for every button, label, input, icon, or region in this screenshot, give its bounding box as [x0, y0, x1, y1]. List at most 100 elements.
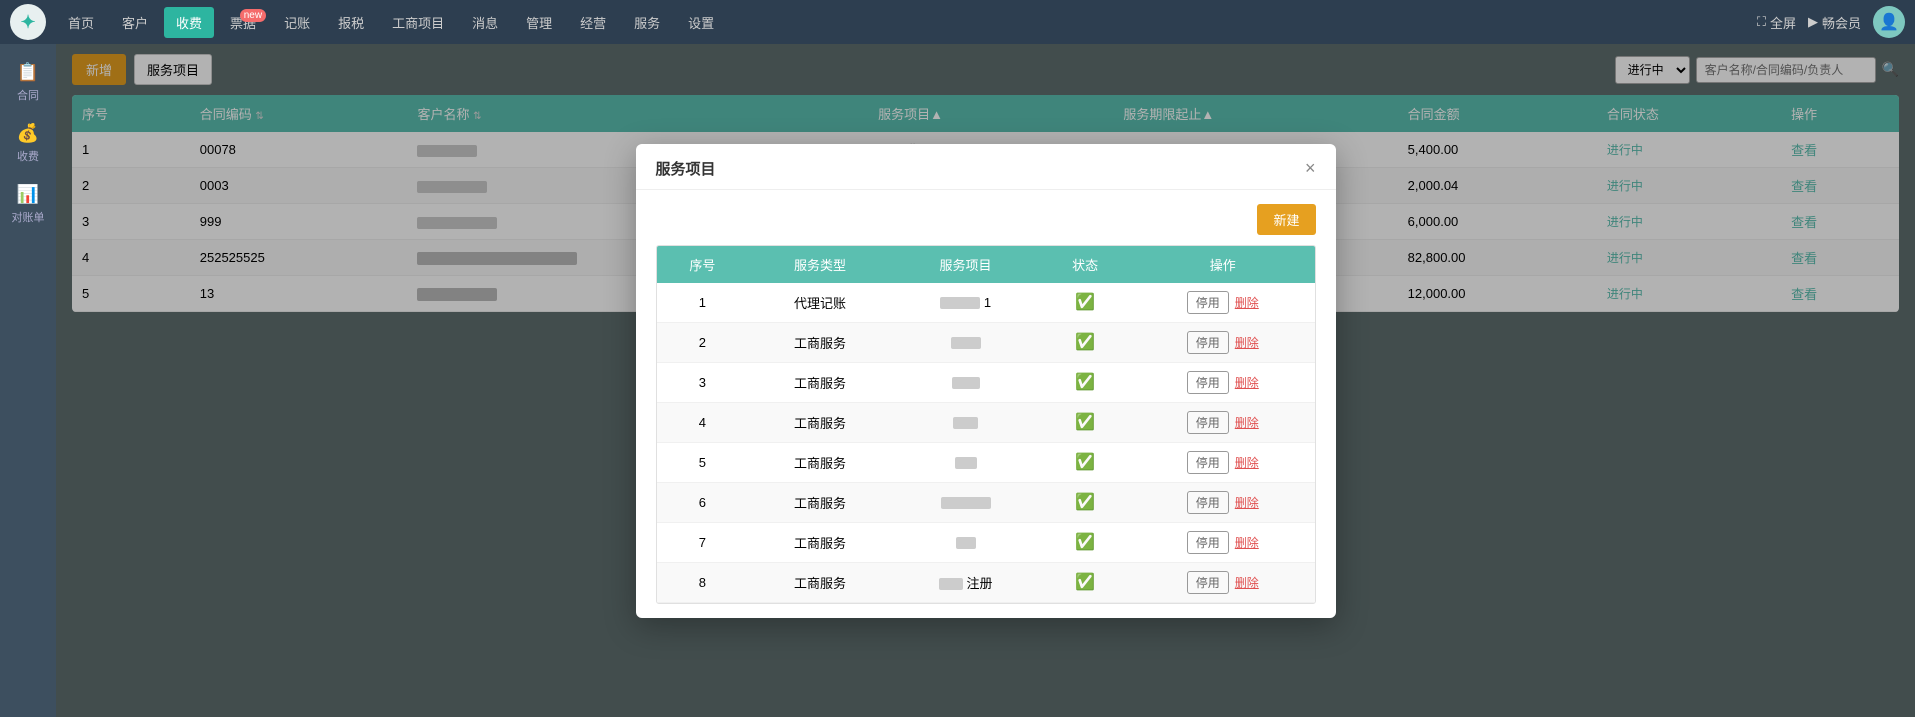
dialog-cell-seq: 1	[657, 283, 749, 323]
dialog-table-row: 5 工商服务 ✅ 停用 删除	[657, 442, 1315, 482]
member-button[interactable]: ▶ 畅会员	[1808, 13, 1861, 32]
nav-item-customer[interactable]: 客户	[110, 7, 160, 38]
nav-item-fuwu[interactable]: 服务	[622, 7, 672, 38]
delete-button[interactable]: 删除	[1235, 494, 1259, 511]
dialog-cell-seq: 7	[657, 522, 749, 562]
dialog-cell-item	[892, 402, 1040, 442]
dialog-table-row: 8 工商服务 注册 ✅ 停用 删除	[657, 562, 1315, 602]
dialog-toolbar: 新建	[656, 204, 1316, 235]
dialog-table-row: 7 工商服务 ✅ 停用 删除	[657, 522, 1315, 562]
dialog-cell-status: ✅	[1039, 362, 1131, 402]
dialog-cell-type: 工商服务	[748, 482, 892, 522]
fullscreen-icon: ⛶	[1757, 14, 1766, 30]
dialog-cell-item	[892, 442, 1040, 482]
nav-item-shoufei[interactable]: 收费	[164, 7, 214, 38]
dialog-cell-status: ✅	[1039, 283, 1131, 323]
delete-button[interactable]: 删除	[1235, 534, 1259, 551]
nav-item-gongshang[interactable]: 工商项目	[380, 7, 456, 38]
dialog-cell-seq: 6	[657, 482, 749, 522]
dialog-cell-action: 停用 删除	[1131, 482, 1314, 522]
dialog-col-type: 服务类型	[748, 246, 892, 283]
delete-button[interactable]: 删除	[1235, 574, 1259, 591]
dialog-cell-type: 工商服务	[748, 562, 892, 602]
nav-items-list: 首页 客户 收费 票据 new 记账 报税 工商项目 消息 管理 经营 服务 设…	[56, 7, 1757, 38]
nav-item-jingying[interactable]: 经营	[568, 7, 618, 38]
stop-button[interactable]: 停用	[1187, 331, 1229, 354]
dialog-body: 新建 序号 服务类型 服务项目 状态 操作	[636, 190, 1336, 618]
stop-button[interactable]: 停用	[1187, 291, 1229, 314]
dialog-new-button[interactable]: 新建	[1257, 204, 1315, 235]
nav-item-piaoju[interactable]: 票据 new	[218, 7, 268, 38]
dialog-title: 服务项目	[656, 158, 716, 179]
dialog-cell-status: ✅	[1039, 562, 1131, 602]
content-area: 新增 服务项目 进行中 已完成 全部 🔍 序号 合同编码	[56, 44, 1915, 717]
delete-button[interactable]: 删除	[1235, 374, 1259, 391]
stop-button[interactable]: 停用	[1187, 491, 1229, 514]
app-logo: ✦	[10, 4, 46, 40]
nav-item-home[interactable]: 首页	[56, 7, 106, 38]
dialog-header: 服务项目 ×	[636, 144, 1336, 190]
dialog-cell-status: ✅	[1039, 442, 1131, 482]
delete-button[interactable]: 删除	[1235, 414, 1259, 431]
dialog-cell-type: 工商服务	[748, 322, 892, 362]
delete-button[interactable]: 删除	[1235, 334, 1259, 351]
dialog-table-row: 4 工商服务 ✅ 停用 删除	[657, 402, 1315, 442]
dialog-cell-type: 工商服务	[748, 442, 892, 482]
nav-right: ⛶ 全屏 ▶ 畅会员 👤	[1757, 6, 1905, 38]
contract-icon: 📋	[17, 62, 39, 83]
member-icon: ▶	[1808, 14, 1818, 30]
member-label: 畅会员	[1822, 13, 1861, 32]
dialog-cell-status: ✅	[1039, 402, 1131, 442]
dialog-cell-action: 停用 删除	[1131, 562, 1314, 602]
stop-button[interactable]: 停用	[1187, 531, 1229, 554]
dialog-table-row: 3 工商服务 ✅ 停用 删除	[657, 362, 1315, 402]
sidebar-label-shoufei: 收费	[17, 148, 39, 164]
dialog-col-item: 服务项目	[892, 246, 1040, 283]
dialog-col-seq: 序号	[657, 246, 749, 283]
sidebar: 📋 合同 💰 收费 📊 对账单	[0, 44, 56, 717]
dialog-cell-action: 停用 删除	[1131, 522, 1314, 562]
dialog-col-status: 状态	[1039, 246, 1131, 283]
sidebar-item-shoufei[interactable]: 💰 收费	[2, 115, 54, 172]
dialog-cell-action: 停用 删除	[1131, 322, 1314, 362]
dialog-cell-action: 停用 删除	[1131, 283, 1314, 323]
dialog-table-row: 6 工商服务 ✅ 停用 删除	[657, 482, 1315, 522]
dialog-table: 序号 服务类型 服务项目 状态 操作 1 代理记账 1 ✅ 停用 删除	[657, 246, 1315, 603]
dialog-table-row: 1 代理记账 1 ✅ 停用 删除	[657, 283, 1315, 323]
dialog-cell-action: 停用 删除	[1131, 442, 1314, 482]
nav-item-guanli[interactable]: 管理	[514, 7, 564, 38]
main-layout: 📋 合同 💰 收费 📊 对账单 新增 服务项目 进行中 已完成 全部	[0, 44, 1915, 717]
dialog-cell-type: 工商服务	[748, 522, 892, 562]
dialog-cell-item	[892, 482, 1040, 522]
dialog-cell-seq: 2	[657, 322, 749, 362]
stop-button[interactable]: 停用	[1187, 451, 1229, 474]
nav-item-shezhi[interactable]: 设置	[676, 7, 726, 38]
dialog-cell-status: ✅	[1039, 482, 1131, 522]
dialog-cell-status: ✅	[1039, 322, 1131, 362]
sidebar-item-contract[interactable]: 📋 合同	[2, 54, 54, 111]
sidebar-item-duizhangdan[interactable]: 📊 对账单	[2, 176, 54, 233]
dialog-cell-seq: 5	[657, 442, 749, 482]
delete-button[interactable]: 删除	[1235, 454, 1259, 471]
stop-button[interactable]: 停用	[1187, 411, 1229, 434]
fullscreen-label: 全屏	[1770, 13, 1796, 32]
dialog-cell-status: ✅	[1039, 522, 1131, 562]
stop-button[interactable]: 停用	[1187, 371, 1229, 394]
nav-item-xiaoxi[interactable]: 消息	[460, 7, 510, 38]
dialog-cell-type: 代理记账	[748, 283, 892, 323]
nav-item-baoshui[interactable]: 报税	[326, 7, 376, 38]
sidebar-label-contract: 合同	[17, 87, 39, 103]
dialog-cell-type: 工商服务	[748, 402, 892, 442]
fullscreen-button[interactable]: ⛶ 全屏	[1757, 13, 1796, 32]
delete-button[interactable]: 删除	[1235, 294, 1259, 311]
avatar[interactable]: 👤	[1873, 6, 1905, 38]
dialog-cell-item	[892, 322, 1040, 362]
top-navigation: ✦ 首页 客户 收费 票据 new 记账 报税 工商项目 消息 管理 经营 服务…	[0, 0, 1915, 44]
dialog-cell-seq: 3	[657, 362, 749, 402]
dialog-close-button[interactable]: ×	[1305, 158, 1316, 179]
dialog-cell-seq: 8	[657, 562, 749, 602]
dialog-table-container[interactable]: 序号 服务类型 服务项目 状态 操作 1 代理记账 1 ✅ 停用 删除	[656, 245, 1316, 604]
stop-button[interactable]: 停用	[1187, 571, 1229, 594]
dialog-cell-item: 注册	[892, 562, 1040, 602]
nav-item-jizhang[interactable]: 记账	[272, 7, 322, 38]
